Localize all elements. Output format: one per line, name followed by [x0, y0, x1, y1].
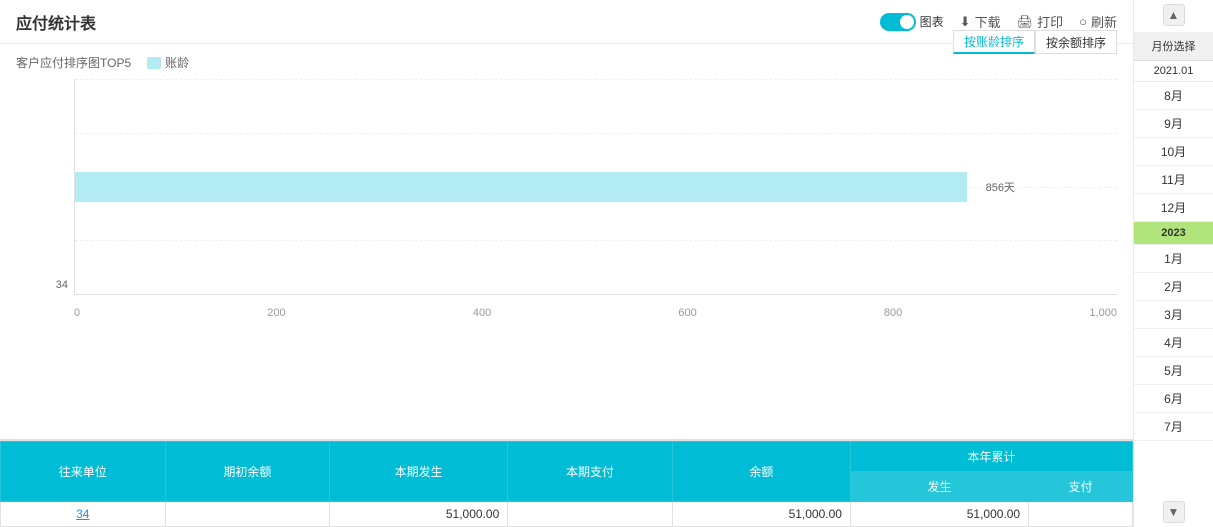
refresh-button[interactable]: ○ 刷新: [1079, 12, 1117, 31]
legend-color-box: [147, 57, 161, 69]
chart-section: 客户应付排序图TOP5 账龄 按账龄排序 按余额排序 34: [0, 44, 1133, 439]
table-section: 往来单位 期初余额 本期发生 本期支付 余额 本年累计 发生 支付 34 51,…: [0, 439, 1133, 527]
th-current-pay: 本期支付: [508, 442, 673, 502]
sort-by-balance-button[interactable]: 按余额排序: [1035, 30, 1117, 54]
download-button[interactable]: ⬇ 下载: [960, 12, 1001, 31]
header-actions: 图表 ⬇ 下载 🖨 打印 ○ 刷新: [880, 12, 1117, 31]
td-opening: [165, 502, 330, 527]
chart-legend: 客户应付排序图TOP5 账龄: [16, 54, 189, 71]
chart-toggle[interactable]: [880, 13, 916, 31]
table-row: 34 51,000.00 51,000.00 51,000.00: [1, 502, 1133, 527]
th-ytd-occur: 发生: [850, 472, 1028, 502]
td-current-pay: [508, 502, 673, 527]
td-ytd-occur: 51,000.00: [850, 502, 1028, 527]
td-balance: 51,000.00: [672, 502, 850, 527]
th-current-occur: 本期发生: [330, 442, 508, 502]
x-label-0: 0: [74, 307, 80, 319]
refresh-icon: ○: [1079, 14, 1087, 29]
sidebar-month-item[interactable]: 4月: [1134, 329, 1213, 357]
x-label-200: 200: [267, 307, 285, 319]
sidebar-title: 月份选择: [1134, 32, 1213, 61]
bar-row-34: 856天: [75, 172, 1117, 202]
sidebar-current-date: 2021.01: [1134, 61, 1213, 82]
sidebar-month-item[interactable]: 7月: [1134, 413, 1213, 441]
sort-buttons: 按账龄排序 按余额排序: [953, 30, 1117, 54]
legend-item-rank: 客户应付排序图TOP5: [16, 54, 131, 71]
bar-34: 856天: [75, 172, 967, 202]
x-label-600: 600: [678, 307, 696, 319]
sidebar-nav-down: ▼: [1134, 497, 1213, 527]
th-ytd: 本年累计: [850, 442, 1132, 472]
sidebar-month-item[interactable]: 9月: [1134, 110, 1213, 138]
scroll-down-button[interactable]: ▼: [1163, 501, 1185, 523]
chart-label: 图表: [920, 13, 944, 30]
td-current-occur: 51,000.00: [330, 502, 508, 527]
sidebar: ▲ 月份选择 2021.01 8月9月10月11月12月20231月2月3月4月…: [1133, 0, 1213, 527]
th-balance: 余额: [672, 442, 850, 502]
sidebar-month-item[interactable]: 11月: [1134, 166, 1213, 194]
sidebar-month-item[interactable]: 5月: [1134, 357, 1213, 385]
sidebar-nav-up: ▲: [1134, 0, 1213, 30]
data-table: 往来单位 期初余额 本期发生 本期支付 余额 本年累计 发生 支付 34 51,…: [0, 441, 1133, 527]
th-opening: 期初余额: [165, 442, 330, 502]
legend-rank-label: 客户应付排序图TOP5: [16, 54, 131, 71]
sidebar-month-list: 8月9月10月11月12月20231月2月3月4月5月6月7月: [1134, 82, 1213, 495]
td-unit[interactable]: 34: [1, 502, 166, 527]
bar-end-label-34: 856天: [986, 179, 1015, 195]
chart-area: 34 856天: [16, 79, 1117, 349]
sidebar-month-item[interactable]: 3月: [1134, 301, 1213, 329]
x-label-800: 800: [884, 307, 902, 319]
legend-aging-label: 账龄: [165, 54, 189, 71]
sidebar-month-item[interactable]: 8月: [1134, 82, 1213, 110]
sort-by-aging-button[interactable]: 按账龄排序: [953, 30, 1035, 54]
x-label-400: 400: [473, 307, 491, 319]
legend-item-aging: 账龄: [147, 54, 189, 71]
print-icon: 🖨: [1017, 14, 1034, 30]
y-label-34: 34: [16, 279, 74, 295]
x-label-1000: 1,000: [1089, 307, 1117, 319]
th-unit: 往来单位: [1, 442, 166, 502]
sidebar-month-item[interactable]: 2月: [1134, 273, 1213, 301]
sidebar-month-item[interactable]: 6月: [1134, 385, 1213, 413]
sidebar-month-item[interactable]: 1月: [1134, 245, 1213, 273]
chart-toggle-wrap: 图表: [880, 13, 944, 31]
sidebar-month-item[interactable]: 12月: [1134, 194, 1213, 222]
download-icon: ⬇: [960, 14, 971, 30]
th-ytd-pay: 支付: [1029, 472, 1133, 502]
scroll-up-button[interactable]: ▲: [1163, 4, 1185, 26]
td-ytd-pay: [1029, 502, 1133, 527]
sidebar-month-item[interactable]: 2023: [1134, 222, 1213, 245]
print-button[interactable]: 🖨 打印: [1017, 12, 1064, 31]
sidebar-month-item[interactable]: 10月: [1134, 138, 1213, 166]
page-title: 应付统计表: [16, 10, 96, 34]
